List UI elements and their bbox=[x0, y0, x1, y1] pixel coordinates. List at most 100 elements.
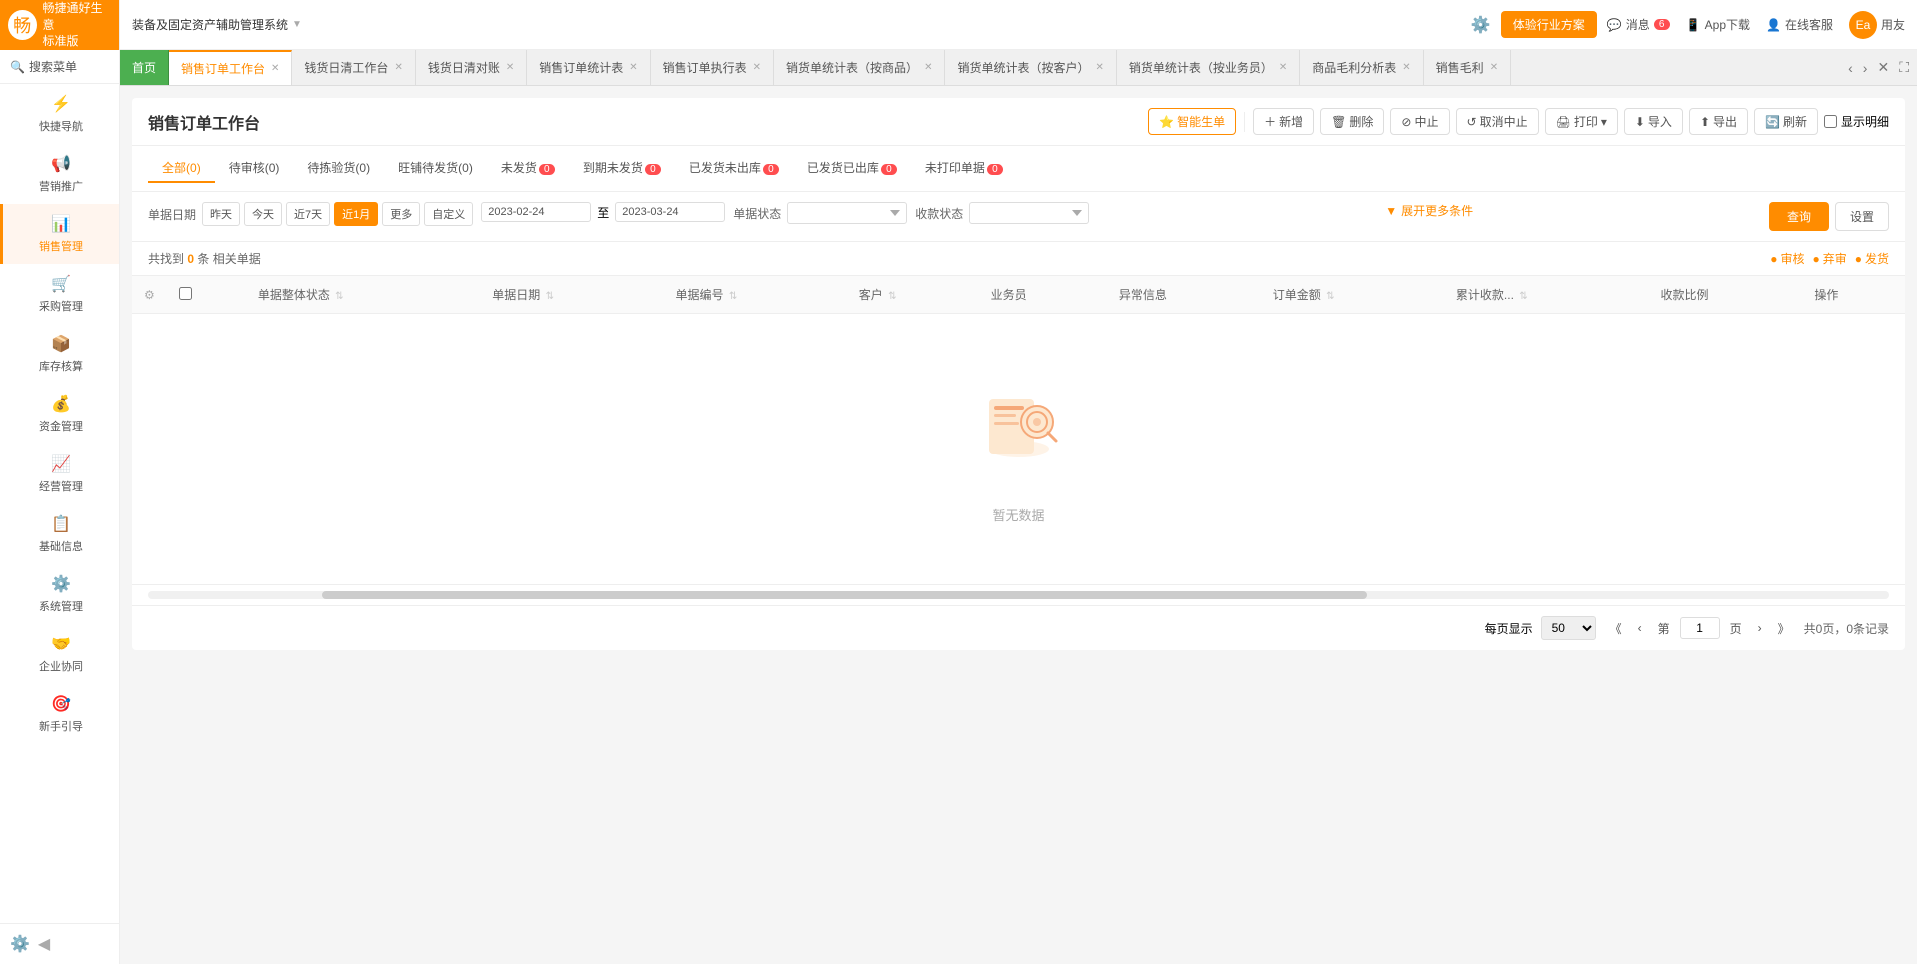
stop-button[interactable]: ⊘ 中止 bbox=[1390, 108, 1449, 135]
sidebar-item-marketing[interactable]: 📢 营销推广 bbox=[0, 144, 119, 204]
date-custom[interactable]: 自定义 bbox=[424, 202, 473, 226]
sidebar-item-guide[interactable]: 🎯 新手引导 bbox=[0, 684, 119, 744]
th-status[interactable]: 单据整体状态 ⇅ bbox=[246, 276, 480, 314]
sort-amount-icon[interactable]: ⇅ bbox=[1326, 291, 1334, 302]
sidebar-item-basic[interactable]: 📋 基础信息 bbox=[0, 504, 119, 564]
horizontal-scroll-bar[interactable] bbox=[132, 584, 1905, 605]
tab-sales-workbench[interactable]: 销售订单工作台 ✕ bbox=[169, 50, 292, 86]
sort-number-icon[interactable]: ⇅ bbox=[729, 291, 737, 302]
import-button[interactable]: ⬇ 导入 bbox=[1624, 108, 1683, 135]
date-yesterday[interactable]: 昨天 bbox=[202, 202, 240, 226]
user-menu[interactable]: Ea 用友 bbox=[1849, 11, 1905, 39]
ship-action[interactable]: ● 发货 bbox=[1855, 250, 1889, 267]
review-action[interactable]: ● 审核 bbox=[1770, 250, 1804, 267]
th-collected[interactable]: 累计收款... ⇅ bbox=[1444, 276, 1649, 314]
tab-scroll-right[interactable]: › bbox=[1859, 58, 1872, 78]
tab-fullscreen[interactable]: ⛶ bbox=[1895, 57, 1913, 78]
select-all-checkbox[interactable] bbox=[179, 287, 192, 300]
settings-bottom-icon[interactable]: ⚙️ bbox=[10, 934, 30, 954]
page-next[interactable]: › bbox=[1752, 619, 1768, 637]
date-more[interactable]: 更多 bbox=[382, 202, 420, 226]
sort-date-icon[interactable]: ⇅ bbox=[546, 291, 554, 302]
filter-tab-wangpu[interactable]: 旺铺待发货(0) bbox=[384, 154, 487, 183]
date-to-input[interactable] bbox=[615, 202, 725, 222]
sidebar-item-inventory[interactable]: 📦 库存核算 bbox=[0, 324, 119, 384]
page-first[interactable]: 《 bbox=[1604, 618, 1628, 639]
void-action[interactable]: ● 弃审 bbox=[1812, 250, 1846, 267]
app-download-button[interactable]: 📱 App下载 bbox=[1686, 16, 1750, 33]
tab-cash-daily[interactable]: 钱货日清工作台 ✕ bbox=[292, 50, 415, 86]
th-settings[interactable]: ⚙ bbox=[132, 276, 167, 314]
tab-sales-profit[interactable]: 销售毛利 ✕ bbox=[1424, 50, 1511, 86]
refresh-button[interactable]: 🔄 刷新 bbox=[1754, 108, 1818, 135]
tab-sales-stats[interactable]: 销售订单统计表 ✕ bbox=[527, 50, 650, 86]
message-button[interactable]: 💬 消息 6 bbox=[1607, 16, 1670, 33]
filter-tab-pending-review[interactable]: 待审核(0) bbox=[215, 154, 294, 183]
smart-order-button[interactable]: ⭐ 智能生单 bbox=[1148, 108, 1236, 135]
detail-checkbox-label[interactable]: 显示明细 bbox=[1824, 113, 1889, 130]
tab-cash-daily-close[interactable]: ✕ bbox=[394, 62, 402, 73]
th-date[interactable]: 单据日期 ⇅ bbox=[480, 276, 663, 314]
tab-home[interactable]: 首页 bbox=[120, 50, 169, 86]
filter-tab-shipped-out[interactable]: 已发货已出库0 bbox=[793, 154, 911, 183]
sidebar-item-enterprise[interactable]: 🤝 企业协同 bbox=[0, 624, 119, 684]
filter-tab-pending-inspect[interactable]: 待拣验货(0) bbox=[293, 154, 384, 183]
tab-sales-exec[interactable]: 销售订单执行表 ✕ bbox=[651, 50, 774, 86]
industry-solution-button[interactable]: 体验行业方案 bbox=[1501, 11, 1597, 38]
delete-button[interactable]: 🗑 删除 bbox=[1320, 108, 1384, 135]
th-amount[interactable]: 订单金额 ⇅ bbox=[1261, 276, 1444, 314]
page-prev[interactable]: ‹ bbox=[1632, 619, 1648, 637]
filter-tab-not-printed[interactable]: 未打印单据0 bbox=[911, 154, 1017, 183]
filter-tab-not-shipped[interactable]: 未发货0 bbox=[487, 154, 569, 183]
tab-close-all[interactable]: ✕ bbox=[1873, 57, 1893, 78]
tab-sales-summary-staff[interactable]: 销货单统计表（按业务员） ✕ bbox=[1117, 50, 1300, 86]
filter-tab-shipped-not-out[interactable]: 已发货未出库0 bbox=[675, 154, 793, 183]
filter-tab-all[interactable]: 全部(0) bbox=[148, 154, 215, 183]
th-customer[interactable]: 客户 ⇅ bbox=[847, 276, 979, 314]
filter-tab-overdue[interactable]: 到期未发货0 bbox=[569, 154, 675, 183]
date-from-input[interactable] bbox=[481, 202, 591, 222]
page-number-input[interactable] bbox=[1680, 617, 1720, 639]
sidebar-item-system[interactable]: ⚙️ 系统管理 bbox=[0, 564, 119, 624]
tab-cash-reconcile-close[interactable]: ✕ bbox=[506, 62, 514, 73]
sort-customer-icon[interactable]: ⇅ bbox=[888, 291, 896, 302]
print-button[interactable]: 🖨 打印 ▾ bbox=[1545, 108, 1618, 135]
date-1month[interactable]: 近1月 bbox=[334, 202, 378, 226]
tab-sales-summary-product[interactable]: 销货单统计表（按商品） ✕ bbox=[774, 50, 945, 86]
table-settings-icon[interactable]: ⚙ bbox=[144, 288, 155, 302]
sidebar-search-menu[interactable]: 🔍 搜索菜单 bbox=[0, 50, 119, 84]
sort-status-icon[interactable]: ⇅ bbox=[335, 291, 343, 302]
sidebar-item-quick-nav[interactable]: ⚡ 快捷导航 bbox=[0, 84, 119, 144]
sidebar-item-sales[interactable]: 📊 销售管理 bbox=[0, 204, 119, 264]
sidebar-item-purchase[interactable]: 🛒 采购管理 bbox=[0, 264, 119, 324]
online-service-button[interactable]: 👤 在线客服 bbox=[1766, 16, 1833, 33]
tab-scroll-left[interactable]: ‹ bbox=[1844, 58, 1857, 78]
tab-sales-stats-close[interactable]: ✕ bbox=[629, 62, 637, 73]
query-button[interactable]: 查询 bbox=[1769, 202, 1829, 231]
date-7days[interactable]: 近7天 bbox=[286, 202, 330, 226]
tab-sales-profit-close[interactable]: ✕ bbox=[1490, 62, 1498, 73]
page-last[interactable]: 》 bbox=[1772, 618, 1796, 639]
date-today[interactable]: 今天 bbox=[244, 202, 282, 226]
sort-collected-icon[interactable]: ⇅ bbox=[1519, 291, 1527, 302]
status-select[interactable] bbox=[787, 202, 907, 224]
expand-conditions-button[interactable]: ▼ 展开更多条件 bbox=[1385, 202, 1473, 219]
tab-sales-summary-product-close[interactable]: ✕ bbox=[924, 62, 932, 73]
page-size-select[interactable]: 20 50 100 bbox=[1541, 616, 1596, 640]
system-selector[interactable]: 装备及固定资产辅助管理系统 ▼ bbox=[132, 16, 302, 33]
set-button[interactable]: 设置 bbox=[1835, 202, 1889, 231]
tab-cash-reconcile[interactable]: 钱货日清对账 ✕ bbox=[416, 50, 527, 86]
th-checkbox[interactable] bbox=[167, 276, 246, 314]
tab-sales-workbench-close[interactable]: ✕ bbox=[271, 63, 279, 74]
tab-sales-summary-customer[interactable]: 销货单统计表（按客户） ✕ bbox=[945, 50, 1116, 86]
tab-gross-margin-close[interactable]: ✕ bbox=[1402, 62, 1410, 73]
th-number[interactable]: 单据编号 ⇅ bbox=[664, 276, 847, 314]
sidebar-item-operations[interactable]: 📈 经营管理 bbox=[0, 444, 119, 504]
sidebar-item-finance[interactable]: 💰 资金管理 bbox=[0, 384, 119, 444]
tab-sales-summary-customer-close[interactable]: ✕ bbox=[1095, 62, 1103, 73]
cancel-stop-button[interactable]: ↺ 取消中止 bbox=[1456, 108, 1539, 135]
export-button[interactable]: ⬆ 导出 bbox=[1689, 108, 1748, 135]
tab-sales-summary-staff-close[interactable]: ✕ bbox=[1279, 62, 1287, 73]
payment-select[interactable] bbox=[969, 202, 1089, 224]
tab-sales-exec-close[interactable]: ✕ bbox=[753, 62, 761, 73]
